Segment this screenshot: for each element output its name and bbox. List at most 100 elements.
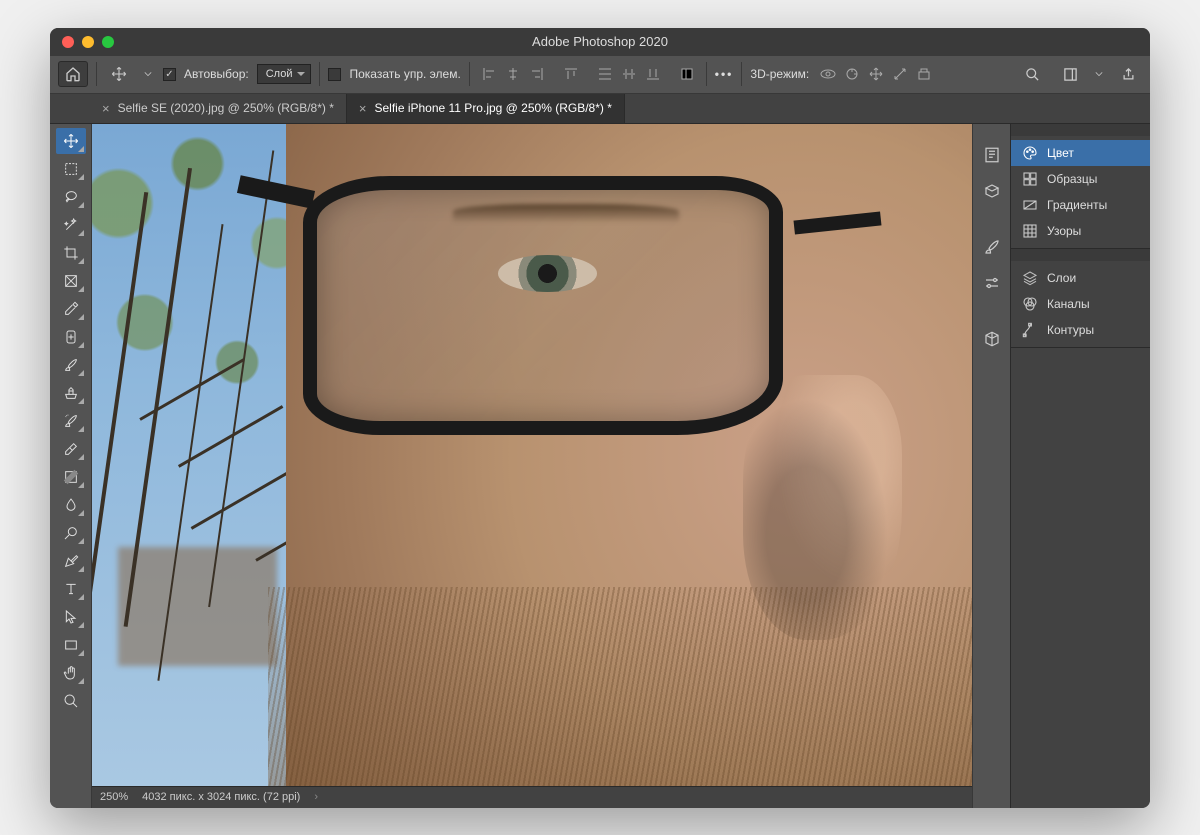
separator xyxy=(469,62,470,86)
panel-label: Узоры xyxy=(1047,224,1081,238)
panel-tab-color[interactable]: Цвет xyxy=(1011,140,1150,166)
zoom-level[interactable]: 250% xyxy=(100,791,128,803)
marquee-tool[interactable] xyxy=(56,156,86,182)
3d-mode-label: 3D-режим: xyxy=(750,67,809,81)
gradient-tool[interactable] xyxy=(56,464,86,490)
3d-slide-button[interactable] xyxy=(889,63,911,85)
brush-tool[interactable] xyxy=(56,352,86,378)
frame-tool[interactable] xyxy=(56,268,86,294)
collapsed-panel-strip xyxy=(972,124,1010,808)
3d-scale-button[interactable] xyxy=(913,63,935,85)
channels-icon xyxy=(1021,296,1039,312)
3d-roll-button[interactable] xyxy=(841,63,863,85)
workspace-dropdown-icon[interactable] xyxy=(1094,61,1104,87)
clone-stamp-tool[interactable] xyxy=(56,380,86,406)
panel-label: Слои xyxy=(1047,271,1076,285)
crop-tool[interactable] xyxy=(56,240,86,266)
share-button[interactable] xyxy=(1114,61,1142,87)
auto-select-label: Автовыбор: xyxy=(184,67,249,81)
paths-icon xyxy=(1021,322,1039,338)
adjustments-panel-icon[interactable] xyxy=(979,270,1005,296)
lasso-tool[interactable] xyxy=(56,184,86,210)
eyedropper-tool[interactable] xyxy=(56,296,86,322)
document-canvas[interactable] xyxy=(92,124,972,786)
document-tab[interactable]: × Selfie iPhone 11 Pro.jpg @ 250% (RGB/8… xyxy=(347,94,625,123)
document-tab-label: Selfie SE (2020).jpg @ 250% (RGB/8*) * xyxy=(118,101,334,115)
distribute-bottom-button[interactable] xyxy=(642,63,664,85)
panel-tab-channels[interactable]: Каналы xyxy=(1011,291,1150,317)
healing-brush-tool[interactable] xyxy=(56,324,86,350)
status-flyout-icon[interactable]: › xyxy=(314,791,318,803)
options-bar: Автовыбор: Слой Показать упр. элем. ••• … xyxy=(50,56,1150,94)
toolbox xyxy=(50,124,92,808)
panel-tab-patterns[interactable]: Узоры xyxy=(1011,218,1150,244)
document-tab[interactable]: × Selfie SE (2020).jpg @ 250% (RGB/8*) * xyxy=(90,94,347,123)
patterns-icon xyxy=(1021,223,1039,239)
align-right-button[interactable] xyxy=(526,63,548,85)
document-tab-label: Selfie iPhone 11 Pro.jpg @ 250% (RGB/8*)… xyxy=(374,101,611,115)
status-bar: 250% 4032 пикс. x 3024 пикс. (72 ppi) › xyxy=(92,786,972,808)
type-tool[interactable] xyxy=(56,576,86,602)
home-button[interactable] xyxy=(58,61,88,87)
align-group xyxy=(478,63,698,85)
overflow-button[interactable]: ••• xyxy=(715,67,734,81)
align-top-button[interactable] xyxy=(560,63,582,85)
separator xyxy=(96,62,97,86)
show-transform-controls-checkbox[interactable] xyxy=(328,68,341,81)
align-left-button[interactable] xyxy=(478,63,500,85)
panel-tab-gradients[interactable]: Градиенты xyxy=(1011,192,1150,218)
dodge-tool[interactable] xyxy=(56,520,86,546)
magic-wand-tool[interactable] xyxy=(56,212,86,238)
move-tool[interactable] xyxy=(56,128,86,154)
zoom-window-button[interactable] xyxy=(102,36,114,48)
panel-tab-swatches[interactable]: Образцы xyxy=(1011,166,1150,192)
blur-tool[interactable] xyxy=(56,492,86,518)
eraser-tool[interactable] xyxy=(56,436,86,462)
align-center-h-button[interactable] xyxy=(502,63,524,85)
main-area: 250% 4032 пикс. x 3024 пикс. (72 ppi) › xyxy=(50,124,1150,808)
tool-preset-dropdown[interactable] xyxy=(141,61,155,87)
panel-label: Контуры xyxy=(1047,323,1094,337)
show-transform-controls-label: Показать упр. элем. xyxy=(349,67,460,81)
3d-orbit-button[interactable] xyxy=(817,63,839,85)
panel-header-bar[interactable] xyxy=(1011,124,1150,136)
document-info[interactable]: 4032 пикс. x 3024 пикс. (72 ppi) xyxy=(142,791,300,803)
distribute-center-v-button[interactable] xyxy=(618,63,640,85)
panel-label: Градиенты xyxy=(1047,198,1107,212)
libraries-panel-icon[interactable] xyxy=(979,178,1005,204)
history-brush-tool[interactable] xyxy=(56,408,86,434)
separator xyxy=(741,62,742,86)
close-tab-icon[interactable]: × xyxy=(359,101,367,116)
workspace-switcher[interactable] xyxy=(1056,61,1084,87)
path-selection-tool[interactable] xyxy=(56,604,86,630)
rectangle-tool[interactable] xyxy=(56,632,86,658)
align-more-button[interactable] xyxy=(676,63,698,85)
hand-tool[interactable] xyxy=(56,660,86,686)
close-window-button[interactable] xyxy=(62,36,74,48)
window-controls xyxy=(50,36,114,48)
3d-mode-group xyxy=(817,63,935,85)
zoom-tool[interactable] xyxy=(56,688,86,714)
panel-tab-paths[interactable]: Контуры xyxy=(1011,317,1150,343)
distribute-top-button[interactable] xyxy=(594,63,616,85)
pen-tool[interactable] xyxy=(56,548,86,574)
right-dock: Цвет Образцы Градиенты Узоры xyxy=(972,124,1150,808)
move-tool-icon[interactable] xyxy=(105,61,133,87)
panel-header-bar[interactable] xyxy=(1011,249,1150,261)
brushes-panel-icon[interactable] xyxy=(979,234,1005,260)
panel-tab-layers[interactable]: Слои xyxy=(1011,265,1150,291)
close-tab-icon[interactable]: × xyxy=(102,101,110,116)
minimize-window-button[interactable] xyxy=(82,36,94,48)
panel-group-layers: Слои Каналы Контуры xyxy=(1011,261,1150,348)
3d-pan-button[interactable] xyxy=(865,63,887,85)
panel-label: Образцы xyxy=(1047,172,1097,186)
search-button[interactable] xyxy=(1018,61,1046,87)
gradients-icon xyxy=(1021,197,1039,213)
auto-select-target-select[interactable]: Слой xyxy=(257,64,312,84)
canvas-area: 250% 4032 пикс. x 3024 пикс. (72 ppi) › xyxy=(92,124,972,808)
3d-panel-icon[interactable] xyxy=(979,326,1005,352)
auto-select-checkbox[interactable] xyxy=(163,68,176,81)
separator xyxy=(319,62,320,86)
properties-panel-icon[interactable] xyxy=(979,142,1005,168)
panel-label: Каналы xyxy=(1047,297,1090,311)
